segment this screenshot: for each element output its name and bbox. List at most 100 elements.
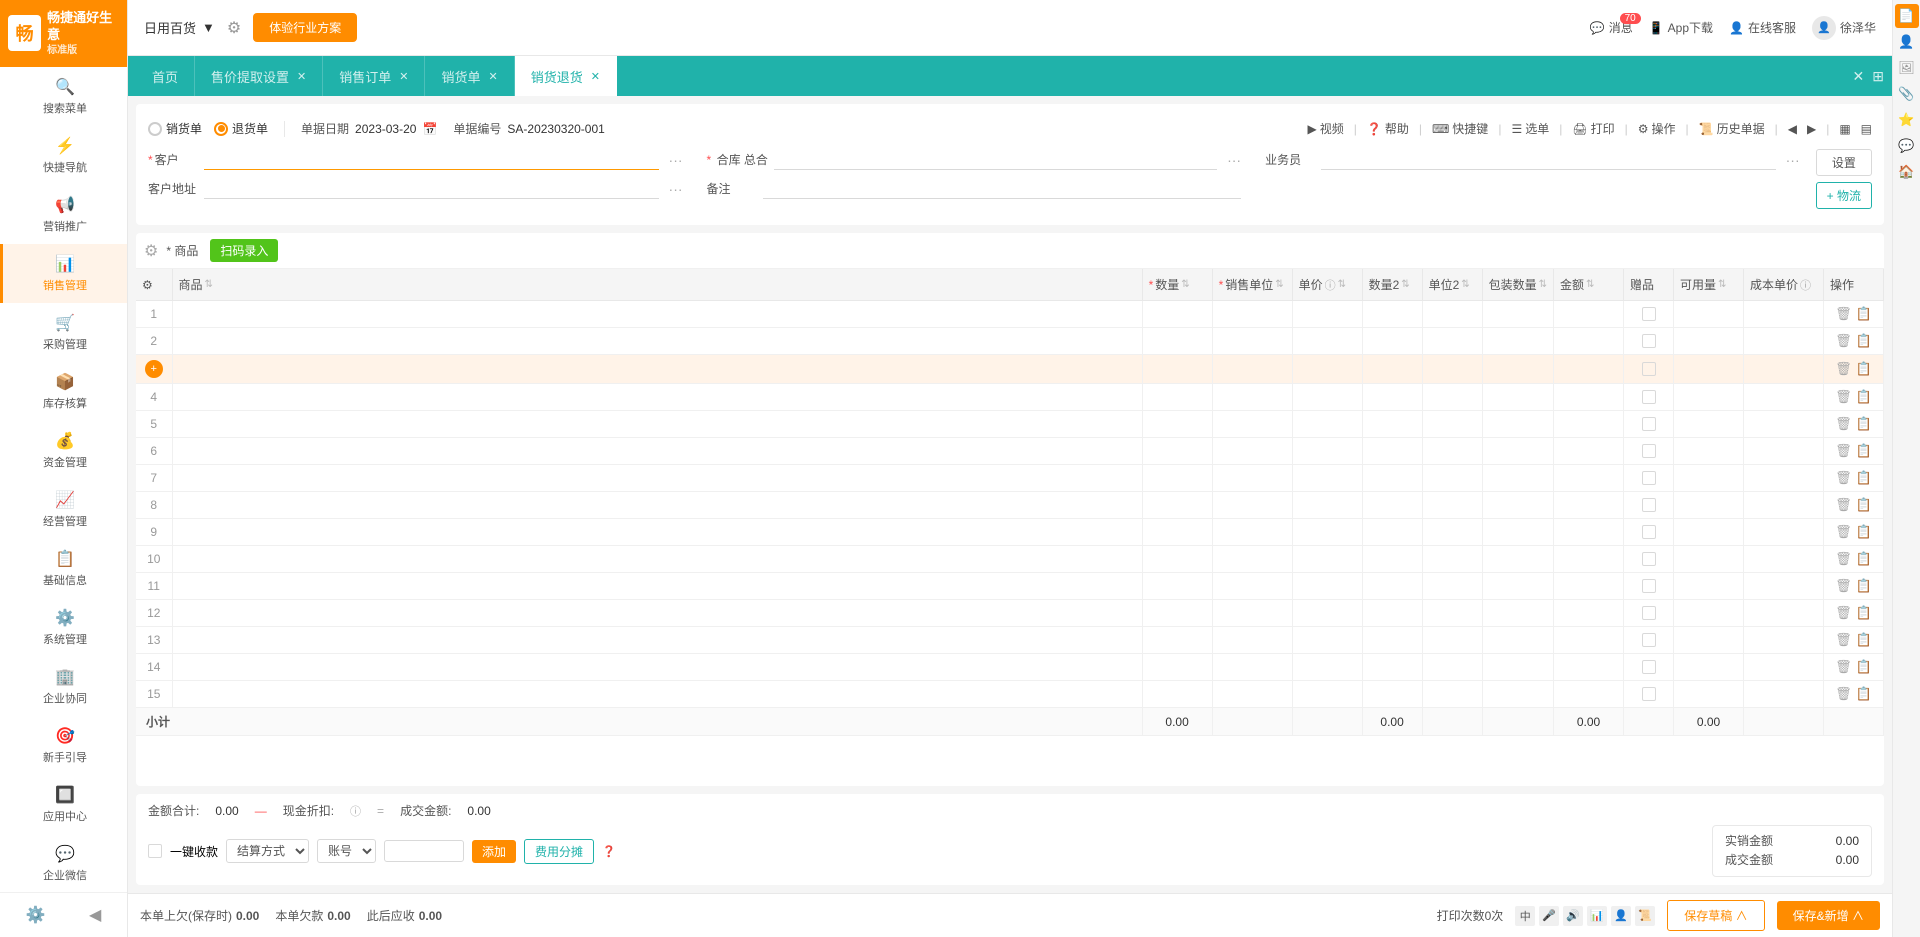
video-btn[interactable]: ▶ 视频	[1308, 120, 1344, 137]
copy-row-icon-8[interactable]: 📋	[1856, 497, 1872, 513]
gift-checkbox-3[interactable]	[1642, 362, 1656, 376]
copy-row-icon-5[interactable]: 📋	[1856, 416, 1872, 432]
exp-btn[interactable]: 体验行业方案	[253, 13, 357, 42]
footer-icon-1[interactable]: 中	[1515, 906, 1535, 926]
setting-btn[interactable]: 设置	[1816, 149, 1872, 176]
right-panel-btn-6[interactable]: 💬	[1895, 134, 1919, 158]
row-gift-15[interactable]	[1624, 681, 1674, 708]
right-panel-btn-2[interactable]: 👤	[1895, 30, 1919, 54]
tab-sale_order[interactable]: 销售订单✕	[323, 56, 425, 96]
tab-close-sale_out[interactable]: ✕	[489, 70, 498, 83]
radio-sale[interactable]: 销货单	[148, 120, 202, 137]
gift-checkbox-9[interactable]	[1642, 525, 1656, 539]
delete-row-icon-2[interactable]: 🗑	[1835, 333, 1852, 349]
gift-checkbox-7[interactable]	[1642, 471, 1656, 485]
sidebar-item-basic[interactable]: 📋基础信息	[0, 539, 127, 598]
column-settings-icon[interactable]: ⚙	[144, 241, 158, 261]
service-btn[interactable]: 👤 在线客服	[1729, 19, 1796, 36]
view-list-btn[interactable]: ▦	[1839, 122, 1850, 136]
row-gift-7[interactable]	[1624, 465, 1674, 492]
row-col-price-3[interactable]	[1292, 355, 1362, 384]
sidebar-item-appstore[interactable]: 🔲应用中心	[0, 775, 127, 834]
user-info[interactable]: 👤 徐泽华	[1812, 16, 1876, 40]
delete-row-icon-6[interactable]: 🗑	[1835, 443, 1852, 459]
gift-checkbox-8[interactable]	[1642, 498, 1656, 512]
row-ops-1[interactable]: 🗑📋	[1824, 301, 1884, 328]
delete-row-icon-7[interactable]: 🗑	[1835, 470, 1852, 486]
tab-sale_return[interactable]: 销货退货✕	[515, 56, 617, 96]
copy-row-icon-15[interactable]: 📋	[1856, 686, 1872, 702]
sidebar-item-finance[interactable]: 💰资金管理	[0, 421, 127, 480]
address-input[interactable]	[204, 178, 659, 199]
row-gift-12[interactable]	[1624, 600, 1674, 627]
right-panel-btn-7[interactable]: 🏠	[1895, 160, 1919, 184]
gift-checkbox-11[interactable]	[1642, 579, 1656, 593]
row-ops-5[interactable]: 🗑📋	[1824, 411, 1884, 438]
sidebar-item-newbie[interactable]: 🎯新手引导	[0, 716, 127, 775]
sidebar-item-system[interactable]: ⚙️系统管理	[0, 598, 127, 657]
row-product-3[interactable]	[172, 355, 1142, 384]
staff-input[interactable]	[1321, 149, 1776, 170]
row-col-unit2-3[interactable]	[1422, 355, 1482, 384]
footer-icon-5[interactable]: 👤	[1611, 906, 1631, 926]
row-gift-13[interactable]	[1624, 627, 1674, 654]
row-ops-14[interactable]: 🗑📋	[1824, 654, 1884, 681]
footer-icon-4[interactable]: 📊	[1587, 906, 1607, 926]
row-gift-2[interactable]	[1624, 328, 1674, 355]
tab-close-sale_return[interactable]: ✕	[591, 70, 600, 83]
gift-checkbox-10[interactable]	[1642, 552, 1656, 566]
row-ops-13[interactable]: 🗑📋	[1824, 627, 1884, 654]
gift-checkbox-6[interactable]	[1642, 444, 1656, 458]
select-btn[interactable]: ☰ 选单	[1511, 120, 1549, 137]
tab-sale_setting[interactable]: 售价提取设置✕	[195, 56, 323, 96]
header-gear-icon[interactable]: ⚙	[227, 18, 241, 38]
staff-more-btn[interactable]: ···	[1786, 152, 1800, 168]
view-detail-btn[interactable]: ▤	[1861, 122, 1872, 136]
row-ops-12[interactable]: 🗑📋	[1824, 600, 1884, 627]
delete-row-icon-15[interactable]: 🗑	[1835, 686, 1852, 702]
next-btn[interactable]: ▶	[1807, 122, 1816, 136]
row-ops-9[interactable]: 🗑📋	[1824, 519, 1884, 546]
delete-row-icon-5[interactable]: 🗑	[1835, 416, 1852, 432]
gift-checkbox-5[interactable]	[1642, 417, 1656, 431]
tab-sale_out[interactable]: 销货单✕	[425, 56, 514, 96]
row-gift-5[interactable]	[1624, 411, 1674, 438]
delete-row-icon-14[interactable]: 🗑	[1835, 659, 1852, 675]
delete-row-icon-12[interactable]: 🗑	[1835, 605, 1852, 621]
copy-row-icon-1[interactable]: 📋	[1856, 306, 1872, 322]
daily-goods-selector[interactable]: 日用百货 ▼	[144, 18, 215, 37]
amount-input[interactable]	[384, 840, 464, 862]
gift-checkbox-12[interactable]	[1642, 606, 1656, 620]
radio-return[interactable]: 退货单	[214, 120, 268, 137]
row-gift-11[interactable]	[1624, 573, 1674, 600]
row-ops-11[interactable]: 🗑📋	[1824, 573, 1884, 600]
settings-icon[interactable]: ⚙️	[22, 901, 50, 929]
copy-row-icon-10[interactable]: 📋	[1856, 551, 1872, 567]
delete-row-icon-4[interactable]: 🗑	[1835, 389, 1852, 405]
customer-more-btn[interactable]: ···	[669, 152, 683, 168]
print-btn[interactable]: 🖨 打印	[1572, 120, 1614, 137]
customer-input[interactable]	[204, 149, 659, 170]
save-new-btn[interactable]: 保存&新增 ∧	[1777, 901, 1880, 930]
footer-icon-2[interactable]: 🎤	[1539, 906, 1559, 926]
sidebar-item-wechat[interactable]: 💬企业微信	[0, 834, 127, 892]
row-ops-2[interactable]: 🗑📋	[1824, 328, 1884, 355]
calendar-icon[interactable]: 📅	[422, 122, 437, 136]
calc-method-select[interactable]: 结算方式	[226, 839, 309, 863]
warehouse-input[interactable]	[774, 149, 1217, 170]
copy-row-icon-7[interactable]: 📋	[1856, 470, 1872, 486]
address-more-btn[interactable]: ···	[669, 181, 683, 197]
fee-split-btn[interactable]: 费用分摊	[524, 839, 594, 864]
prev-btn[interactable]: ◀	[1788, 122, 1797, 136]
history-btn[interactable]: 📜 历史单据	[1699, 120, 1765, 137]
delete-row-icon-10[interactable]: 🗑	[1835, 551, 1852, 567]
tab-close-sale_order[interactable]: ✕	[399, 70, 408, 83]
sidebar-item-marketing[interactable]: 📢营销推广	[0, 185, 127, 244]
gift-checkbox-1[interactable]	[1642, 307, 1656, 321]
row-gift-8[interactable]	[1624, 492, 1674, 519]
row-gift-6[interactable]	[1624, 438, 1674, 465]
row-ops-15[interactable]: 🗑📋	[1824, 681, 1884, 708]
row-col-qty2-3[interactable]	[1362, 355, 1422, 384]
delete-row-icon-8[interactable]: 🗑	[1835, 497, 1852, 513]
sidebar-item-search[interactable]: 🔍搜索菜单	[0, 67, 127, 126]
